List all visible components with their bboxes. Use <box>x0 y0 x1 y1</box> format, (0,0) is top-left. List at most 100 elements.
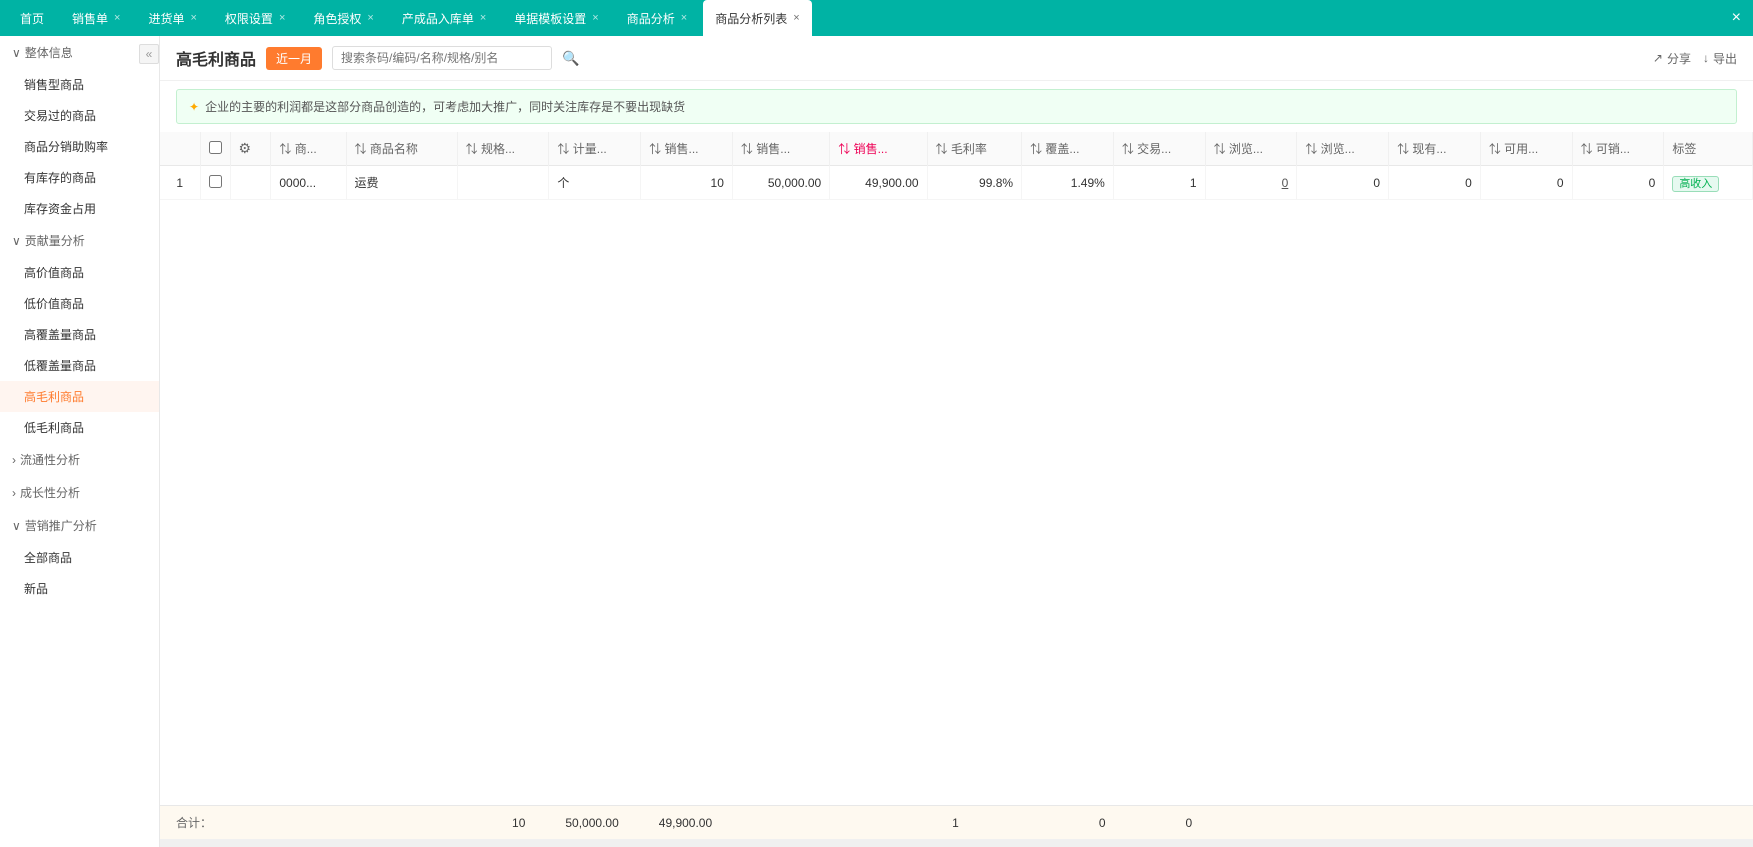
footer-sales-qty: 10 <box>512 816 525 830</box>
select-all-checkbox[interactable] <box>209 141 222 154</box>
sidebar-item-low-value[interactable]: 低价值商品 <box>0 288 159 319</box>
sidebar-group-contribution[interactable]: ∨ 贡献量分析 <box>0 224 159 257</box>
row-actions <box>230 166 271 200</box>
content-area: 高毛利商品 近一月 🔍 ↗ 分享 ↓ 导出 ✦ 企业的主要的利润都是这部分商品创… <box>160 36 1753 847</box>
table-body: 1 0000... 运费 个 10 50,000.00 49,900.00 99… <box>160 166 1753 200</box>
share-icon: ↗ <box>1653 51 1663 65</box>
sidebar-item-low-coverage[interactable]: 低覆盖量商品 <box>0 350 159 381</box>
th-sales-profit[interactable]: ⇅ 销售... <box>830 132 927 166</box>
nav-template-close[interactable]: × <box>592 12 598 24</box>
sidebar-item-low-margin[interactable]: 低毛利商品 <box>0 412 159 443</box>
content-header: 高毛利商品 近一月 🔍 ↗ 分享 ↓ 导出 <box>160 36 1753 81</box>
th-current-stock[interactable]: ⇅ 现有... <box>1389 132 1481 166</box>
footer-sales-profit: 49,900.00 <box>659 816 712 830</box>
nav-sales[interactable]: 销售单 × <box>60 0 132 36</box>
page-title: 高毛利商品 <box>176 46 256 70</box>
row-checkbox-cell[interactable] <box>200 166 230 200</box>
nav-role[interactable]: 角色授权 × <box>301 0 385 36</box>
row-transaction: 1 <box>1113 166 1205 200</box>
row-spec <box>457 166 549 200</box>
row-name: 运费 <box>346 166 457 200</box>
sidebar-group-marketing[interactable]: ∨ 营销推广分析 <box>0 509 159 542</box>
th-spec[interactable]: ⇅ 规格... <box>457 132 549 166</box>
sidebar-collapse-btn[interactable]: « <box>139 44 159 64</box>
footer-sales-amount: 50,000.00 <box>565 816 618 830</box>
row-sales-profit: 49,900.00 <box>830 166 927 200</box>
th-name[interactable]: ⇅ 商品名称 <box>346 132 457 166</box>
sidebar-item-high-value[interactable]: 高价值商品 <box>0 257 159 288</box>
sidebar-item-traded[interactable]: 交易过的商品 <box>0 100 159 131</box>
nav-permission-close[interactable]: × <box>279 12 285 24</box>
row-unit: 个 <box>549 166 641 200</box>
th-sales-qty[interactable]: ⇅ 销售... <box>641 132 733 166</box>
filter-recent-month-btn[interactable]: 近一月 <box>266 47 322 70</box>
sidebar-item-capital[interactable]: 库存资金占用 <box>0 193 159 224</box>
info-banner: ✦ 企业的主要的利润都是这部分商品创造的，可考虑加大推广，同时关注库存是不要出现… <box>176 89 1737 124</box>
top-nav: 首页 销售单 × 进货单 × 权限设置 × 角色授权 × 产成品入库单 × 单据… <box>0 0 1753 36</box>
th-unit[interactable]: ⇅ 计量... <box>549 132 641 166</box>
column-settings-icon[interactable]: ⚙ <box>239 140 252 156</box>
th-browse2[interactable]: ⇅ 浏览... <box>1297 132 1389 166</box>
table-row: 1 0000... 运费 个 10 50,000.00 49,900.00 99… <box>160 166 1753 200</box>
row-num: 1 <box>160 166 200 200</box>
th-check[interactable] <box>200 132 230 166</box>
nav-product-analysis-close[interactable]: × <box>681 12 687 24</box>
table-container: ⚙ ⇅ 商... ⇅ 商品名称 ⇅ 规格... ⇅ 计量... <box>160 132 1753 805</box>
tip-icon: ✦ <box>189 100 199 114</box>
row-available-stock: 0 <box>1480 166 1572 200</box>
nav-purchase-close[interactable]: × <box>190 12 196 24</box>
search-button[interactable]: 🔍 <box>562 50 579 67</box>
nav-product-entry-close[interactable]: × <box>480 12 486 24</box>
nav-purchase[interactable]: 进货单 × <box>136 0 208 36</box>
nav-product-analysis-list[interactable]: 商品分析列表 × <box>703 0 811 36</box>
sidebar-group-overview[interactable]: ∨ 整体信息 <box>0 36 159 69</box>
share-btn[interactable]: ↗ 分享 <box>1653 50 1691 67</box>
row-sales-qty: 10 <box>641 166 733 200</box>
sidebar-item-new-products[interactable]: 新品 <box>0 573 159 604</box>
nav-product-entry[interactable]: 产成品入库单 × <box>390 0 498 36</box>
nav-template[interactable]: 单据模板设置 × <box>502 0 610 36</box>
th-gear[interactable]: ⚙ <box>230 132 271 166</box>
th-code[interactable]: ⇅ 商... <box>271 132 346 166</box>
th-num <box>160 132 200 166</box>
sidebar-item-assist-rate[interactable]: 商品分销助购率 <box>0 131 159 162</box>
th-gross-margin[interactable]: ⇅ 毛利率 <box>927 132 1022 166</box>
sidebar-item-sales-type[interactable]: 销售型商品 <box>0 69 159 100</box>
sidebar: « ∨ 整体信息 销售型商品 交易过的商品 商品分销助购率 有库存的商品 库存资… <box>0 36 160 847</box>
row-sales-amount: 50,000.00 <box>732 166 829 200</box>
sidebar-item-high-margin[interactable]: 高毛利商品 <box>0 381 159 412</box>
nav-sales-close[interactable]: × <box>114 12 120 24</box>
sidebar-item-in-stock[interactable]: 有库存的商品 <box>0 162 159 193</box>
footer-available-stock: 0 <box>1186 816 1193 830</box>
row-sellable-stock: 0 <box>1572 166 1664 200</box>
nav-permission[interactable]: 权限设置 × <box>213 0 297 36</box>
main-area: « ∨ 整体信息 销售型商品 交易过的商品 商品分销助购率 有库存的商品 库存资… <box>0 36 1753 847</box>
sidebar-item-all-products[interactable]: 全部商品 <box>0 542 159 573</box>
close-all-tabs[interactable]: × <box>1732 9 1741 27</box>
nav-product-analysis[interactable]: 商品分析 × <box>615 0 699 36</box>
sidebar-group-growth[interactable]: › 成长性分析 <box>0 476 159 509</box>
row-select-checkbox[interactable] <box>209 175 222 188</box>
th-browse1[interactable]: ⇅ 浏览... <box>1205 132 1297 166</box>
row-browse1[interactable]: 0 <box>1205 166 1297 200</box>
export-icon: ↓ <box>1703 51 1709 65</box>
tag-badge: 高收入 <box>1672 176 1719 192</box>
sidebar-item-high-coverage[interactable]: 高覆盖量商品 <box>0 319 159 350</box>
row-browse2: 0 <box>1297 166 1389 200</box>
nav-product-analysis-list-close[interactable]: × <box>793 12 799 24</box>
th-sellable-stock[interactable]: ⇅ 可销... <box>1572 132 1664 166</box>
th-transaction[interactable]: ⇅ 交易... <box>1113 132 1205 166</box>
nav-role-close[interactable]: × <box>367 12 373 24</box>
row-current-stock: 0 <box>1389 166 1481 200</box>
bottom-scrollbar[interactable] <box>160 839 1753 847</box>
nav-home[interactable]: 首页 <box>8 0 56 36</box>
th-available-stock[interactable]: ⇅ 可用... <box>1480 132 1572 166</box>
row-coverage: 1.49% <box>1022 166 1114 200</box>
row-code: 0000... <box>271 166 346 200</box>
th-sales-amount[interactable]: ⇅ 销售... <box>732 132 829 166</box>
export-btn[interactable]: ↓ 导出 <box>1703 50 1737 67</box>
row-gross-margin: 99.8% <box>927 166 1022 200</box>
search-input[interactable] <box>332 46 552 70</box>
sidebar-group-liquidity[interactable]: › 流通性分析 <box>0 443 159 476</box>
th-coverage[interactable]: ⇅ 覆盖... <box>1022 132 1114 166</box>
